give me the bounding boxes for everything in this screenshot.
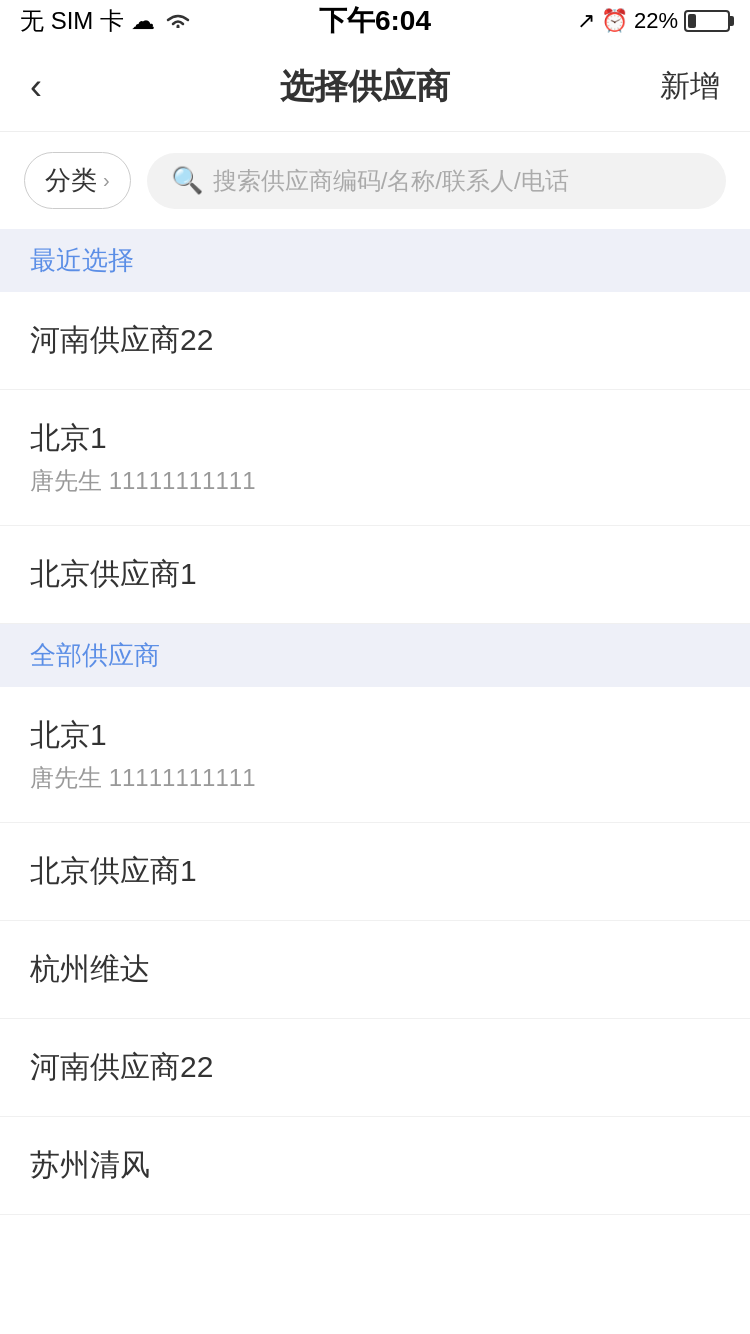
item-name: 河南供应商22 <box>30 320 720 361</box>
recent-header-text: 最近选择 <box>30 245 134 275</box>
recent-section-header: 最近选择 <box>0 229 750 292</box>
back-button[interactable]: ‹ <box>30 66 90 108</box>
recent-list: 河南供应商22 北京1 唐先生 11111111111 北京供应商1 <box>0 292 750 624</box>
list-item[interactable]: 北京供应商1 <box>0 526 750 624</box>
list-item[interactable]: 河南供应商22 <box>0 292 750 390</box>
item-name: 北京供应商1 <box>30 554 720 595</box>
battery-icon <box>684 10 730 32</box>
location-icon: ↗ <box>577 8 595 34</box>
category-button[interactable]: 分类 › <box>24 152 131 209</box>
item-sub: 唐先生 11111111111 <box>30 762 720 794</box>
alarm-icon: ⏰ <box>601 8 628 34</box>
list-item[interactable]: 苏州清风 <box>0 1117 750 1215</box>
all-section-header: 全部供应商 <box>0 624 750 687</box>
page-title: 选择供应商 <box>280 64 450 110</box>
search-input[interactable]: 🔍 搜索供应商编码/名称/联系人/电话 <box>147 153 726 209</box>
item-name: 杭州维达 <box>30 949 720 990</box>
status-bar: 无 SIM 卡 ☁ 下午6:04 ↗ ⏰ 22% <box>0 0 750 42</box>
item-name: 河南供应商22 <box>30 1047 720 1088</box>
search-icon: 🔍 <box>171 165 203 196</box>
add-button[interactable]: 新增 <box>640 66 720 107</box>
search-bar: 分类 › 🔍 搜索供应商编码/名称/联系人/电话 <box>0 132 750 229</box>
battery-pct: 22% <box>634 8 678 34</box>
list-item[interactable]: 北京供应商1 <box>0 823 750 921</box>
status-time: 下午6:04 <box>319 2 431 40</box>
all-header-text: 全部供应商 <box>30 640 160 670</box>
item-name: 北京供应商1 <box>30 851 720 892</box>
status-left: 无 SIM 卡 ☁ <box>20 5 193 37</box>
item-name: 北京1 <box>30 418 720 459</box>
list-item[interactable]: 北京1 唐先生 11111111111 <box>0 687 750 823</box>
list-item[interactable]: 河南供应商22 <box>0 1019 750 1117</box>
item-name: 北京1 <box>30 715 720 756</box>
item-sub: 唐先生 11111111111 <box>30 465 720 497</box>
sim-status: 无 SIM 卡 ☁ <box>20 5 155 37</box>
nav-bar: ‹ 选择供应商 新增 <box>0 42 750 132</box>
wifi-icon <box>163 10 193 32</box>
category-label: 分类 <box>45 163 97 198</box>
list-item[interactable]: 杭州维达 <box>0 921 750 1019</box>
all-list: 北京1 唐先生 11111111111 北京供应商1 杭州维达 河南供应商22 … <box>0 687 750 1215</box>
search-placeholder: 搜索供应商编码/名称/联系人/电话 <box>213 165 569 197</box>
item-name: 苏州清风 <box>30 1145 720 1186</box>
chevron-right-icon: › <box>103 169 110 192</box>
status-right: ↗ ⏰ 22% <box>577 8 730 34</box>
list-item[interactable]: 北京1 唐先生 11111111111 <box>0 390 750 526</box>
